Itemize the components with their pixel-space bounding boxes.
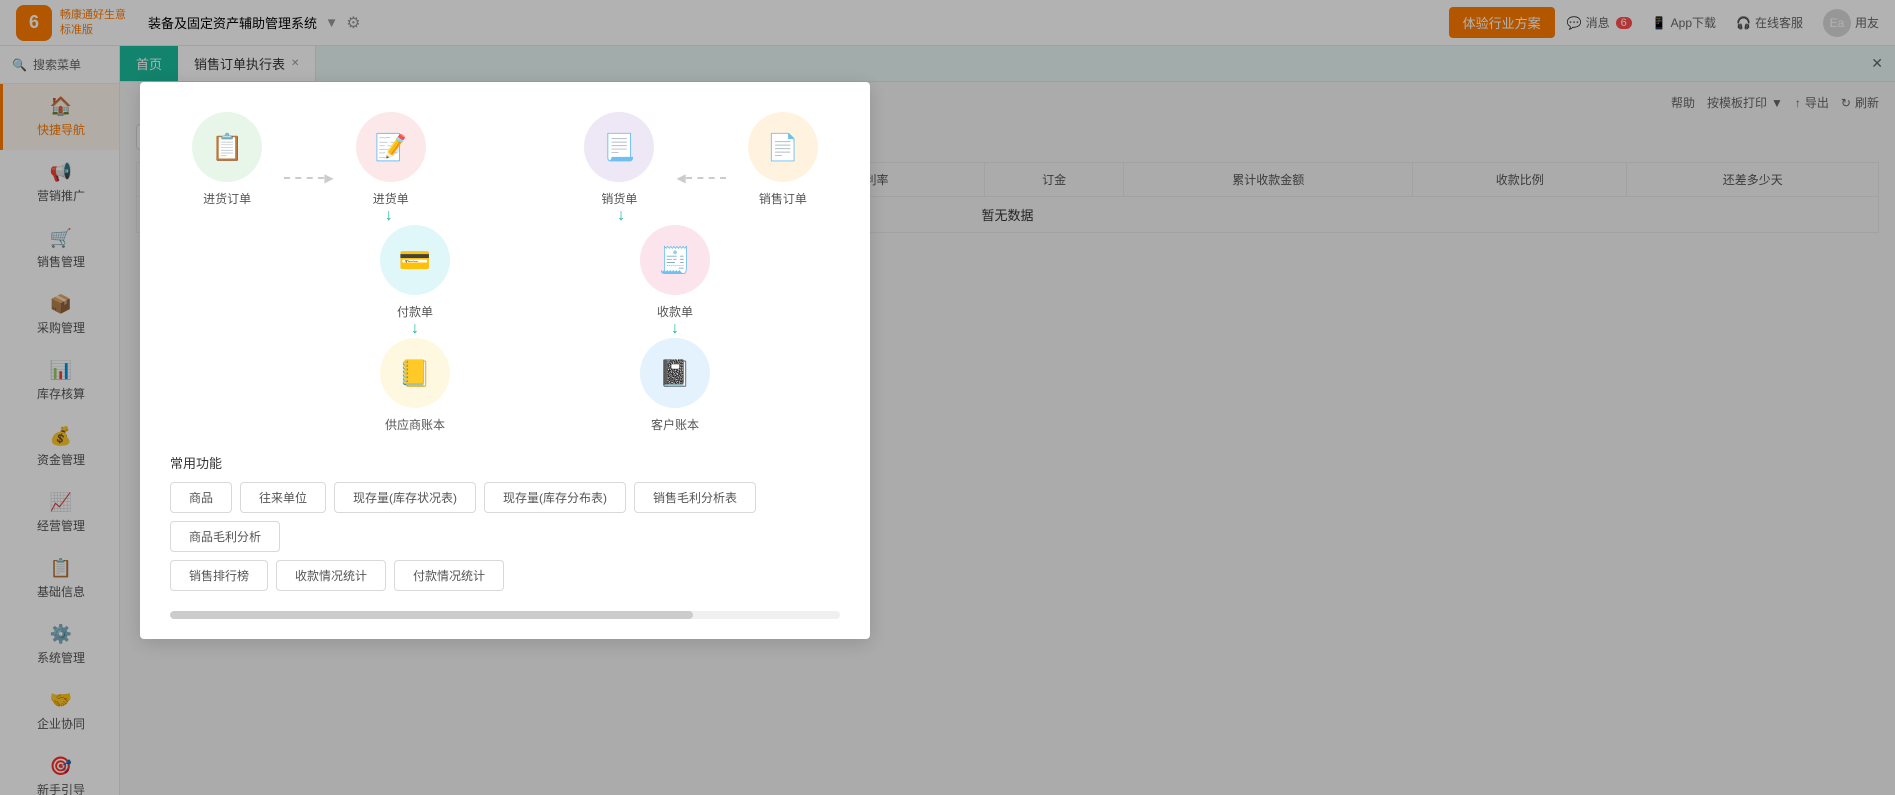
popup-scrollbar-thumb <box>170 611 693 619</box>
flow-item-sales-bill[interactable]: 📃 销货单 <box>562 112 676 207</box>
common-section: 常用功能 商品 往来单位 现存量(库存状况表) 现存量(库存分布表) 销售毛利分… <box>170 453 840 591</box>
common-btn-4[interactable]: 销售毛利分析表 <box>634 482 756 513</box>
customer-account-circle: 📓 <box>640 338 710 408</box>
payment-circle: 💳 <box>380 225 450 295</box>
receipt-circle: 🧾 <box>640 225 710 295</box>
flow-item-supplier-account[interactable]: 📒 供应商账本 <box>350 338 480 433</box>
common-btn-6[interactable]: 销售排行榜 <box>170 560 268 591</box>
common-buttons: 商品 往来单位 现存量(库存状况表) 现存量(库存分布表) 销售毛利分析表 商品… <box>170 482 840 552</box>
common-btn-8[interactable]: 付款情况统计 <box>394 560 504 591</box>
sales-order-circle: 📄 <box>748 112 818 182</box>
sales-bill-circle: 📃 <box>584 112 654 182</box>
common-btn-5[interactable]: 商品毛利分析 <box>170 521 280 552</box>
common-btn-7[interactable]: 收款情况统计 <box>276 560 386 591</box>
flow-item-sales-order[interactable]: 📄 销售订单 <box>726 112 840 207</box>
flow-section: 📋 进货订单 ▶ 📝 进货单 <box>170 112 840 433</box>
common-btn-3[interactable]: 现存量(库存分布表) <box>484 482 626 513</box>
flow-item-purchase-bill[interactable]: 📝 进货单 <box>334 112 448 207</box>
popup: 📋 进货订单 ▶ 📝 进货单 <box>140 82 870 639</box>
flow-item-receipt[interactable]: 🧾 收款单 <box>610 225 740 320</box>
flow-item-customer-account[interactable]: 📓 客户账本 <box>610 338 740 433</box>
supplier-account-circle: 📒 <box>380 338 450 408</box>
overlay[interactable]: 📋 进货订单 ▶ 📝 进货单 <box>0 0 1895 795</box>
common-title: 常用功能 <box>170 453 840 472</box>
common-btn-2[interactable]: 现存量(库存状况表) <box>334 482 476 513</box>
flow-item-payment[interactable]: 💳 付款单 <box>350 225 480 320</box>
common-btn-0[interactable]: 商品 <box>170 482 232 513</box>
common-btn-1[interactable]: 往来单位 <box>240 482 326 513</box>
popup-scrollbar[interactable] <box>170 611 840 619</box>
common-buttons-2: 销售排行榜 收款情况统计 付款情况统计 <box>170 560 840 591</box>
flow-item-purchase-order[interactable]: 📋 进货订单 <box>170 112 284 207</box>
purchase-bill-circle: 📝 <box>356 112 426 182</box>
purchase-order-circle: 📋 <box>192 112 262 182</box>
